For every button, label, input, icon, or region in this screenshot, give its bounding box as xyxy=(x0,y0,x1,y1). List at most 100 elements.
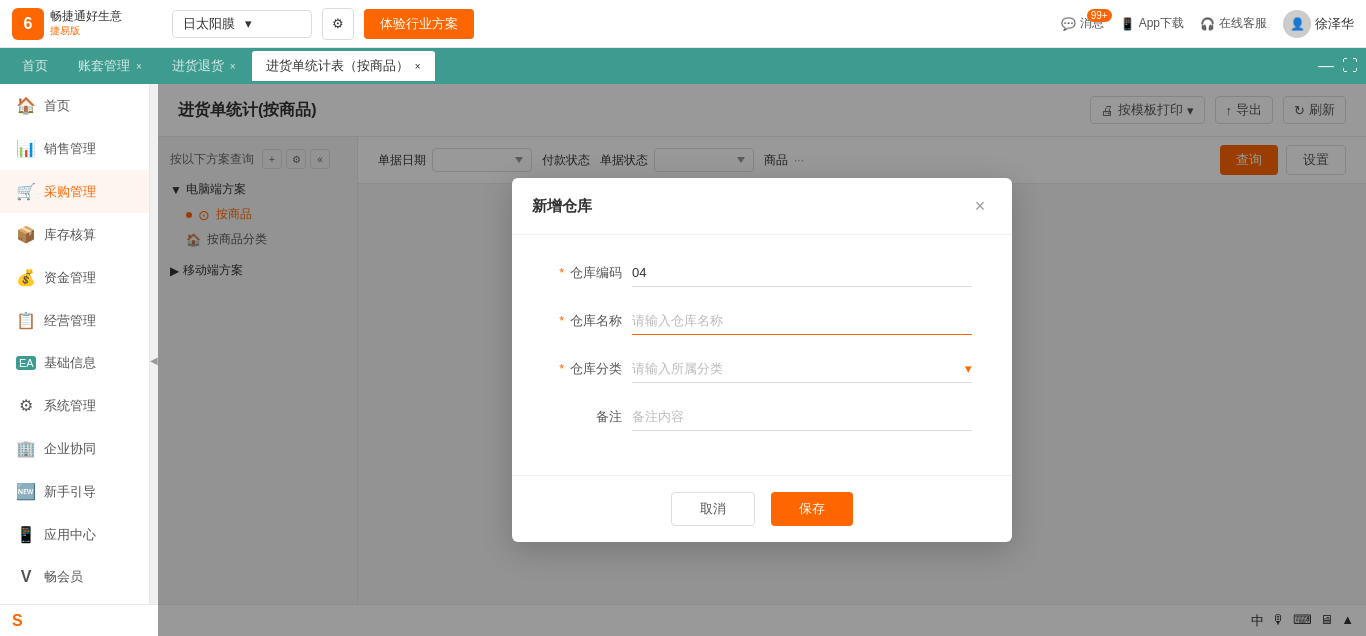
sidebar-company-label: 企业协同 xyxy=(44,440,96,458)
sidebar-item-inventory[interactable]: 📦 库存核算 xyxy=(0,213,149,256)
home-icon: 🏠 xyxy=(16,96,36,115)
store-dropdown-icon: ▾ xyxy=(245,16,301,31)
tab-purchase-return-label: 进货退货 xyxy=(172,57,224,75)
tab-account-close-icon[interactable]: × xyxy=(136,61,142,72)
member-icon: V xyxy=(16,568,36,586)
warehouse-name-input[interactable] xyxy=(632,307,972,335)
modal-header: 新增仓库 × xyxy=(512,178,1012,235)
tab-actions: — ⛶ xyxy=(1318,57,1358,75)
required-star-name: * xyxy=(559,313,564,328)
content-area: 进货单统计(按商品) 🖨 按模板打印 ▾ ↑ 导出 ↻ 刷新 xyxy=(158,84,1366,636)
app-icon: 📱 xyxy=(1120,17,1135,31)
form-row-note: 备注 xyxy=(552,403,972,431)
required-star-category: * xyxy=(559,361,564,376)
tab-home[interactable]: 首页 xyxy=(8,51,62,81)
user-name: 徐泽华 xyxy=(1315,15,1354,33)
top-header: 6 畅捷通好生意 捷易版 日太阳膜 ▾ ⚙ 体验行业方案 💬 消息 99+ 📱 … xyxy=(0,0,1366,48)
message-button[interactable]: 💬 消息 99+ xyxy=(1061,15,1104,32)
app-download-button[interactable]: 📱 App下载 xyxy=(1120,15,1184,32)
sidebar-operation-label: 经营管理 xyxy=(44,312,96,330)
tab-account-label: 账套管理 xyxy=(78,57,130,75)
sidebar-member-label: 畅会员 xyxy=(44,568,83,586)
sidebar: 🏠 首页 📊 销售管理 🛒 采购管理 📦 库存核算 💰 资金管理 📋 经营管理 … xyxy=(0,84,150,636)
sidebar-item-basic[interactable]: EA 基础信息 xyxy=(0,342,149,384)
warehouse-note-input[interactable] xyxy=(632,403,972,431)
settings-gear-button[interactable]: ⚙ xyxy=(322,8,354,40)
tab-purchase-stats-label: 进货单统计表（按商品） xyxy=(266,57,409,75)
user-avatar: 👤 xyxy=(1283,10,1311,38)
finance-icon: 💰 xyxy=(16,268,36,287)
sidebar-sales-label: 销售管理 xyxy=(44,140,96,158)
sidebar-item-system[interactable]: ⚙ 系统管理 xyxy=(0,384,149,427)
tab-purchase-return[interactable]: 进货退货 × xyxy=(158,51,250,81)
app-label: App下载 xyxy=(1139,15,1184,32)
app-logo-icon: 6 xyxy=(12,8,44,40)
bottom-logo-icon: S xyxy=(12,612,23,630)
warehouse-category-input[interactable] xyxy=(632,355,965,382)
operation-icon: 📋 xyxy=(16,311,36,330)
store-name: 日太阳膜 xyxy=(183,15,239,33)
sidebar-item-operation[interactable]: 📋 经营管理 xyxy=(0,299,149,342)
modal-close-button[interactable]: × xyxy=(968,194,992,218)
tab-minimize-icon[interactable]: — xyxy=(1318,57,1334,75)
logo-area: 6 畅捷通好生意 捷易版 xyxy=(12,8,162,40)
company-icon: 🏢 xyxy=(16,439,36,458)
app-sub: 捷易版 xyxy=(50,24,122,38)
sidebar-item-finance[interactable]: 💰 资金管理 xyxy=(0,256,149,299)
form-row-code: * 仓库编码 xyxy=(552,259,972,287)
message-badge: 99+ xyxy=(1087,9,1112,22)
sidebar-collapse-handle[interactable]: ◀ xyxy=(150,84,158,636)
online-service-button[interactable]: 🎧 在线客服 xyxy=(1200,15,1267,32)
inventory-icon: 📦 xyxy=(16,225,36,244)
collapse-arrow-icon: ◀ xyxy=(150,355,158,366)
tab-account[interactable]: 账套管理 × xyxy=(64,51,156,81)
cancel-button[interactable]: 取消 xyxy=(671,492,755,526)
sidebar-item-company[interactable]: 🏢 企业协同 xyxy=(0,427,149,470)
gear-icon: ⚙ xyxy=(332,16,344,31)
tab-home-label: 首页 xyxy=(22,57,48,75)
service-label: 在线客服 xyxy=(1219,15,1267,32)
category-select-wrapper[interactable]: ▾ xyxy=(632,355,972,383)
sidebar-finance-label: 资金管理 xyxy=(44,269,96,287)
modal-title: 新增仓库 xyxy=(532,197,592,216)
new-warehouse-modal: 新增仓库 × * 仓库编码 * 仓库名称 xyxy=(512,178,1012,542)
save-button[interactable]: 保存 xyxy=(771,492,853,526)
apps-icon: 📱 xyxy=(16,525,36,544)
sidebar-apps-label: 应用中心 xyxy=(44,526,96,544)
user-avatar-area[interactable]: 👤 徐泽华 xyxy=(1283,10,1354,38)
tab-purchase-stats[interactable]: 进货单统计表（按商品） × xyxy=(252,51,435,81)
modal-body: * 仓库编码 * 仓库名称 * xyxy=(512,235,1012,475)
sidebar-item-purchase[interactable]: 🛒 采购管理 xyxy=(0,170,149,213)
trial-button[interactable]: 体验行业方案 xyxy=(364,9,474,39)
sidebar-system-label: 系统管理 xyxy=(44,397,96,415)
tab-expand-icon[interactable]: ⛶ xyxy=(1342,57,1358,75)
sidebar-inventory-label: 库存核算 xyxy=(44,226,96,244)
form-row-name: * 仓库名称 xyxy=(552,307,972,335)
purchase-icon: 🛒 xyxy=(16,182,36,201)
sidebar-item-apps[interactable]: 📱 应用中心 xyxy=(0,513,149,556)
category-dropdown-icon: ▾ xyxy=(965,361,972,376)
sidebar-item-sales[interactable]: 📊 销售管理 xyxy=(0,127,149,170)
tab-purchase-return-close-icon[interactable]: × xyxy=(230,61,236,72)
sidebar-home-label: 首页 xyxy=(44,97,70,115)
main-layout: 🏠 首页 📊 销售管理 🛒 采购管理 📦 库存核算 💰 资金管理 📋 经营管理 … xyxy=(0,84,1366,636)
guide-icon: 🆕 xyxy=(16,482,36,501)
modal-overlay: 新增仓库 × * 仓库编码 * 仓库名称 xyxy=(158,84,1366,636)
warehouse-code-input[interactable] xyxy=(632,259,972,287)
sidebar-item-home[interactable]: 🏠 首页 xyxy=(0,84,149,127)
basic-info-icon: EA xyxy=(16,356,36,370)
sidebar-item-member[interactable]: V 畅会员 xyxy=(0,556,149,598)
note-label: 备注 xyxy=(552,408,632,426)
app-logo-text: 畅捷通好生意 捷易版 xyxy=(50,9,122,39)
store-selector[interactable]: 日太阳膜 ▾ xyxy=(172,10,312,38)
system-icon: ⚙ xyxy=(16,396,36,415)
sidebar-basic-label: 基础信息 xyxy=(44,354,96,372)
tab-purchase-stats-close-icon[interactable]: × xyxy=(415,61,421,72)
header-right: 💬 消息 99+ 📱 App下载 🎧 在线客服 👤 徐泽华 xyxy=(1061,10,1354,38)
modal-footer: 取消 保存 xyxy=(512,475,1012,542)
form-row-category: * 仓库分类 ▾ xyxy=(552,355,972,383)
name-label: * 仓库名称 xyxy=(552,312,632,330)
tab-bar: 首页 账套管理 × 进货退货 × 进货单统计表（按商品） × — ⛶ xyxy=(0,48,1366,84)
sidebar-purchase-label: 采购管理 xyxy=(44,183,96,201)
sidebar-item-guide[interactable]: 🆕 新手引导 xyxy=(0,470,149,513)
